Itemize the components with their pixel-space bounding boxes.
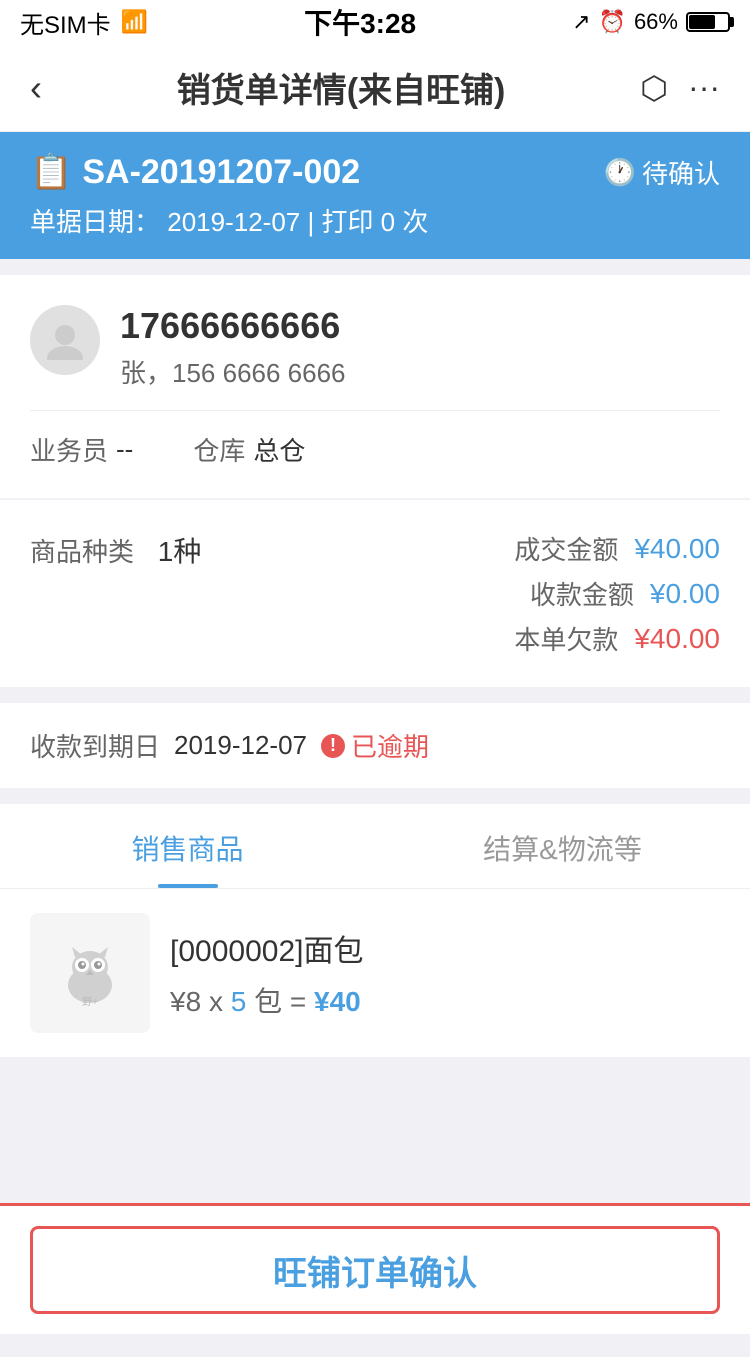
product-section: 野+ [0000002]面包 ¥8 x 5 包 = ¥40 <box>0 889 750 1057</box>
status-bar: 无SIM卡 📶 下午3:28 ↗ ⏰ 66% <box>0 0 750 44</box>
sales-label: 业务员 <box>30 431 108 468</box>
order-number: 📋 SA-20191207-002 <box>30 152 360 192</box>
clock-icon: 🕐 <box>604 157 636 188</box>
bottom-bar: 旺铺订单确认 <box>0 1203 750 1334</box>
due-date-value: 2019-12-07 <box>174 730 307 761</box>
battery-percent: 66% <box>634 9 678 35</box>
order-banner: 📋 SA-20191207-002 🕐 待确认 单据日期： 2019-12-07… <box>0 132 750 259</box>
order-date-info: 单据日期： 2019-12-07 | 打印 0 次 <box>30 202 720 239</box>
status-right: ↗ ⏰ 66% <box>572 9 730 35</box>
due-date-section: 收款到期日 2019-12-07 ! 已逾期 <box>0 703 750 788</box>
deal-amount: ¥40.00 <box>634 533 720 565</box>
product-name: [0000002]面包 <box>170 926 720 970</box>
time-label: 下午3:28 <box>304 2 416 42</box>
carrier-label: 无SIM卡 <box>20 5 111 40</box>
product-price: ¥8 x 5 包 = ¥40 <box>170 980 720 1020</box>
customer-card: 17666666666 张，156 6666 6666 业务员 -- 仓库 总仓 <box>0 275 750 498</box>
received-amount: ¥0.00 <box>650 578 720 610</box>
sales-value: -- <box>116 434 133 465</box>
nav-bar: ‹ 销货单详情(来自旺铺) ⬡ ··· <box>0 44 750 132</box>
battery-icon <box>686 12 730 32</box>
tabs-bar: 销售商品 结算&物流等 <box>0 804 750 889</box>
nav-actions: ⬡ ··· <box>640 69 720 107</box>
divider <box>30 410 720 411</box>
warehouse-label: 仓库 <box>193 431 245 468</box>
share-button[interactable]: ⬡ <box>640 69 668 107</box>
location-icon: ↗ <box>572 9 590 35</box>
page-title: 销货单详情(来自旺铺) <box>177 63 506 112</box>
product-info: [0000002]面包 ¥8 x 5 包 = ¥40 <box>170 926 720 1020</box>
owe-amount: ¥40.00 <box>634 623 720 655</box>
amount-info: 成交金额 ¥40.00 收款金额 ¥0.00 本单欠款 ¥40.00 <box>514 530 720 657</box>
customer-info: 17666666666 张，156 6666 6666 <box>120 305 720 390</box>
customer-meta: 业务员 -- 仓库 总仓 <box>30 431 720 468</box>
tab-settlement[interactable]: 结算&物流等 <box>375 804 750 888</box>
more-button[interactable]: ··· <box>688 69 720 106</box>
avatar <box>30 305 100 375</box>
overdue-icon: ! <box>321 734 345 758</box>
confirm-button[interactable]: 旺铺订单确认 <box>30 1226 720 1314</box>
due-label: 收款到期日 <box>30 727 160 764</box>
product-type-info: 商品种类 1种 <box>30 530 201 570</box>
product-thumbnail: 野+ <box>30 913 150 1033</box>
alarm-icon: ⏰ <box>599 9 626 35</box>
tab-products[interactable]: 销售商品 <box>0 804 375 888</box>
customer-name: 张，156 6666 6666 <box>120 353 720 390</box>
status-left: 无SIM卡 📶 <box>20 5 148 40</box>
warehouse-value: 总仓 <box>253 431 305 468</box>
product-item: 野+ [0000002]面包 ¥8 x 5 包 = ¥40 <box>30 913 720 1033</box>
wifi-icon: 📶 <box>121 9 148 35</box>
customer-phone: 17666666666 <box>120 305 720 347</box>
order-status: 🕐 待确认 <box>604 154 720 191</box>
order-icon: 📋 <box>30 152 72 192</box>
svg-text:野+: 野+ <box>82 996 98 1008</box>
back-button[interactable]: ‹ <box>30 67 42 109</box>
summary-card: 商品种类 1种 成交金额 ¥40.00 收款金额 ¥0.00 本单欠款 ¥40.… <box>0 500 750 687</box>
overdue-badge: ! 已逾期 <box>321 727 429 764</box>
